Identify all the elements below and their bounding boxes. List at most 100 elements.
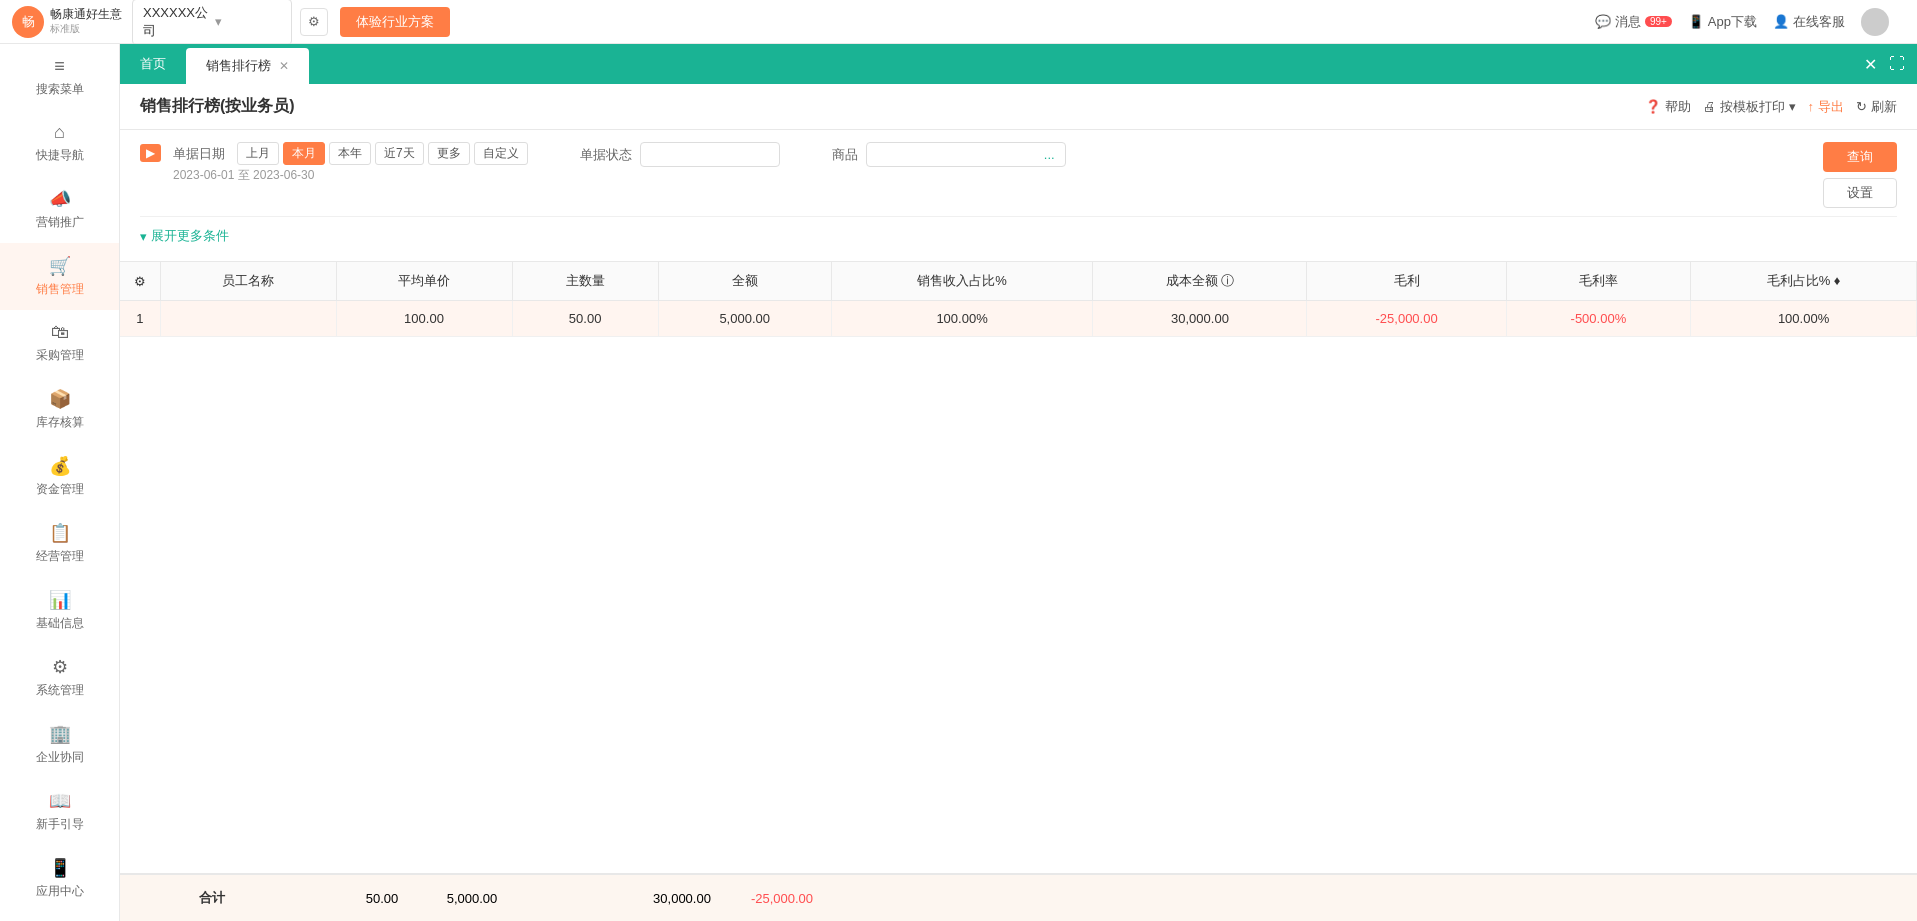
footer-avg-price-cell: [252, 894, 342, 902]
top-bar: 畅 畅康通好生意 标准版 XXXXXX公司 ▾ ⚙ 体验行业方案 💬 消息 99…: [0, 0, 1917, 44]
sidebar-label-quicknav: 快捷导航: [36, 147, 84, 164]
shortcut-more[interactable]: 更多: [428, 142, 470, 165]
expand-window-icon[interactable]: ⛶: [1889, 55, 1905, 73]
filter-settings-button[interactable]: 设置: [1823, 178, 1897, 208]
footer-label-cell: 合计: [172, 885, 252, 911]
logo: 畅 畅康通好生意 标准版: [12, 6, 132, 38]
footer-gross-rate-cell: [832, 894, 922, 902]
sidebar-item-enterprise[interactable]: 🏢 企业协同: [0, 711, 119, 778]
message-label: 消息: [1615, 13, 1641, 31]
sales-icon: 🛒: [49, 255, 71, 277]
cell-rank-num: 1: [120, 301, 160, 337]
col-gross: 毛利: [1307, 262, 1506, 301]
data-table: ⚙ 员工名称 平均单价 主数量 全额 销售收入占比% 成本全额 ⓘ 毛利 毛利率…: [120, 262, 1917, 337]
sidebar-label-appcenter: 应用中心: [36, 883, 84, 900]
tab-home[interactable]: 首页: [120, 44, 186, 84]
trial-button[interactable]: 体验行业方案: [340, 7, 450, 37]
settings-icon[interactable]: ⚙: [300, 8, 328, 36]
col-settings-icon: ⚙: [134, 274, 146, 289]
col-gross-rate: 毛利率: [1506, 262, 1690, 301]
filter-area: ▶ 单据日期 上月 本月 本年 近7天 更多 自定义: [120, 130, 1917, 262]
sidebar-label-purchase: 采购管理: [36, 347, 84, 364]
sidebar-item-purchase[interactable]: 🛍 采购管理: [0, 310, 119, 376]
sidebar-label-sales: 销售管理: [36, 281, 84, 298]
col-avg-price: 平均单价: [336, 262, 512, 301]
shortcut-custom[interactable]: 自定义: [474, 142, 528, 165]
col-amount: 全额: [658, 262, 831, 301]
query-button[interactable]: 查询: [1823, 142, 1897, 172]
table-footer: 合计 50.00 5,000.00 30,000.00 -25,000.00: [120, 873, 1917, 921]
service-icon: 👤: [1773, 14, 1789, 29]
footer-gross-pct-cell: [922, 894, 1012, 902]
sidebar-item-guide[interactable]: 📖 新手引导: [0, 778, 119, 845]
footer-sales-pct-cell: [522, 894, 632, 902]
footer-total-label: 合计: [199, 890, 225, 905]
sidebar-item-quicknav[interactable]: ⌂ 快捷导航: [0, 110, 119, 176]
cell-avg-price: 100.00: [336, 301, 512, 337]
enterprise-icon: 🏢: [49, 723, 71, 745]
sidebar-item-appcenter[interactable]: 📱 应用中心: [0, 845, 119, 912]
appcenter-icon: 📱: [49, 857, 71, 879]
sidebar-item-search[interactable]: ≡ 搜索菜单: [0, 44, 119, 110]
cell-cost: 30,000.00: [1093, 301, 1307, 337]
footer-main-qty-cell: 50.00: [342, 887, 422, 910]
shortcut-last-month[interactable]: 上月: [237, 142, 279, 165]
tabs-bar-right: ✕ ⛶: [1864, 55, 1917, 74]
col-settings[interactable]: ⚙: [120, 262, 160, 301]
shortcut-cur-month[interactable]: 本月: [283, 142, 325, 165]
sidebar-item-system[interactable]: ⚙ 系统管理: [0, 644, 119, 711]
app-download-button[interactable]: 📱 App下载: [1688, 13, 1757, 31]
goods-input[interactable]: ...: [866, 142, 1066, 167]
export-button[interactable]: ↑ 导出: [1808, 98, 1845, 116]
sidebar-item-operation[interactable]: 📋 经营管理: [0, 510, 119, 577]
marketing-icon: 📣: [49, 188, 71, 210]
sidebar-item-sales[interactable]: 🛒 销售管理: [0, 243, 119, 310]
footer-gross-cell: -25,000.00: [732, 887, 832, 910]
expand-down-icon: ▾: [140, 229, 147, 244]
page-content: 销售排行榜(按业务员) ❓ 帮助 🖨 按模板打印 ▾ ↑ 导出: [120, 84, 1917, 921]
message-button[interactable]: 💬 消息 99+: [1595, 13, 1672, 31]
refresh-button[interactable]: ↻ 刷新: [1856, 98, 1897, 116]
cell-amount: 5,000.00: [658, 301, 831, 337]
cell-gross-pct: 100.00%: [1691, 301, 1917, 337]
expand-label: 展开更多条件: [151, 227, 229, 245]
sidebar-item-inventory[interactable]: 📦 库存核算: [0, 376, 119, 443]
basicinfo-icon: 📊: [49, 589, 71, 611]
company-name: XXXXXX公司: [143, 4, 209, 40]
goods-more-icon[interactable]: ...: [1044, 147, 1055, 162]
goods-filter: 商品 ...: [832, 142, 1066, 167]
tab-close-icon[interactable]: ✕: [279, 59, 289, 73]
company-selector[interactable]: XXXXXX公司 ▾: [132, 0, 292, 45]
help-label: 帮助: [1665, 98, 1691, 116]
print-button[interactable]: 🖨 按模板打印 ▾: [1703, 98, 1796, 116]
sidebar-item-basicinfo[interactable]: 📊 基础信息: [0, 577, 119, 644]
close-window-icon[interactable]: ✕: [1864, 55, 1877, 74]
tab-sales-rank[interactable]: 销售排行榜 ✕: [186, 48, 309, 84]
avatar[interactable]: [1861, 8, 1889, 36]
system-icon: ⚙: [52, 656, 68, 678]
sidebar-item-wechat[interactable]: 💬 企业微信: [0, 912, 119, 921]
help-button[interactable]: ❓ 帮助: [1645, 98, 1691, 116]
shortcut-7days[interactable]: 近7天: [375, 142, 424, 165]
purchase-icon: 🛍: [51, 322, 69, 343]
expand-arrow-button[interactable]: ▶: [140, 144, 161, 162]
table-row: 1 100.00 50.00 5,000.00 100.00% 30,000.0…: [120, 301, 1917, 337]
sidebar: ≡ 搜索菜单 ⌂ 快捷导航 📣 营销推广 🛒 销售管理 🛍 采购管理 📦 库存核…: [0, 44, 120, 921]
print-icon: 🖨: [1703, 99, 1716, 114]
col-cost: 成本全额 ⓘ: [1093, 262, 1307, 301]
sidebar-item-marketing[interactable]: 📣 营销推广: [0, 176, 119, 243]
sidebar-label-marketing: 营销推广: [36, 214, 84, 231]
home-icon: ⌂: [54, 122, 65, 143]
table-area: ⚙ 员工名称 平均单价 主数量 全额 销售收入占比% 成本全额 ⓘ 毛利 毛利率…: [120, 262, 1917, 873]
sidebar-item-finance[interactable]: 💰 资金管理: [0, 443, 119, 510]
date-filter: 单据日期 上月 本月 本年 近7天 更多 自定义 2023-06-01 至 20…: [173, 142, 528, 184]
search-icon: ≡: [54, 56, 65, 77]
tab-home-label: 首页: [140, 55, 166, 73]
message-icon: 💬: [1595, 14, 1611, 29]
status-select[interactable]: [640, 142, 780, 167]
shortcut-year[interactable]: 本年: [329, 142, 371, 165]
col-gross-pct: 毛利占比% ♦: [1691, 262, 1917, 301]
online-service-button[interactable]: 👤 在线客服: [1773, 13, 1845, 31]
footer-amount-cell: 5,000.00: [422, 887, 522, 910]
expand-more-conditions[interactable]: ▾ 展开更多条件: [140, 223, 1897, 249]
